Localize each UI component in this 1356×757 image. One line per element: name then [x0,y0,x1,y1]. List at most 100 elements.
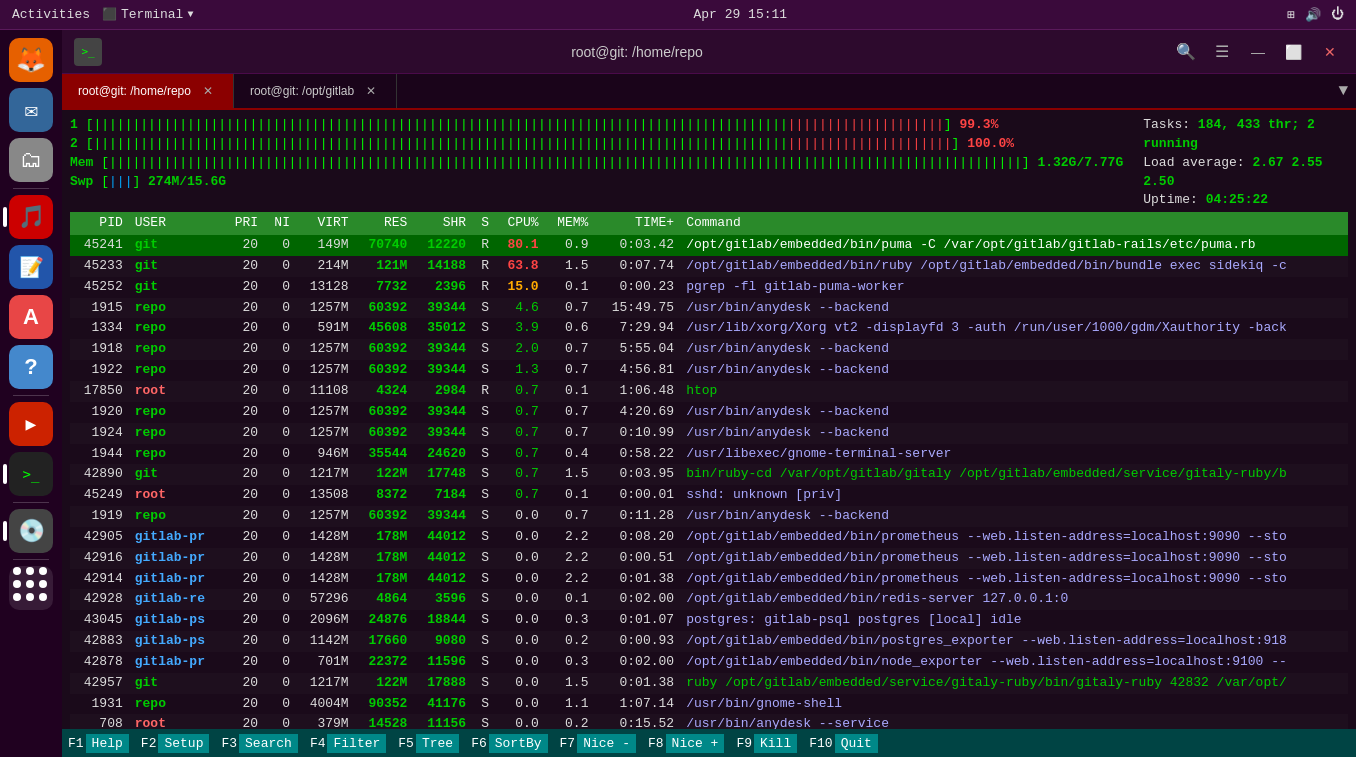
cell-res: 178M [355,569,414,590]
fn8[interactable]: F8Nice + [642,729,730,757]
fn1[interactable]: F1Help [62,729,135,757]
cell-s: S [472,360,495,381]
table-row[interactable]: 42928 gitlab-re 20 0 57296 4864 3596 S 0… [70,589,1348,610]
dock-apps-button[interactable] [9,566,53,610]
table-row[interactable]: 1922 repo 20 0 1257M 60392 39344 S 1.3 0… [70,360,1348,381]
table-row[interactable]: 1915 repo 20 0 1257M 60392 39344 S 4.6 0… [70,298,1348,319]
tabs-dropdown[interactable]: ▼ [1338,82,1348,100]
cell-pri: 20 [223,548,264,569]
cell-res: 60392 [355,339,414,360]
menu-button[interactable]: ☰ [1208,38,1236,66]
table-row[interactable]: 42905 gitlab-pr 20 0 1428M 178M 44012 S … [70,527,1348,548]
cell-time: 1:06.48 [594,381,680,402]
process-table: PID USER PRI NI VIRT RES SHR S CPU% MEM%… [70,212,1348,729]
fn9[interactable]: F9Kill [730,729,803,757]
table-row[interactable]: 1334 repo 20 0 591M 45608 35012 S 3.9 0.… [70,318,1348,339]
cell-shr: 3596 [413,589,472,610]
cell-cpu: 0.7 [495,402,545,423]
fn6[interactable]: F6SortBy [465,729,553,757]
cell-s: R [472,277,495,298]
col-user: USER [129,212,224,235]
table-row[interactable]: 45233 git 20 0 214M 121M 14188 R 63.8 1.… [70,256,1348,277]
dock-email[interactable]: ✉ [9,88,53,132]
cell-pid: 1922 [70,360,129,381]
cell-virt: 1428M [296,548,355,569]
cell-cmd: /opt/gitlab/embedded/bin/postgres_export… [680,631,1348,652]
tabs-bar: root@git: /home/repo ✕ root@git: /opt/gi… [62,74,1356,110]
dock-software[interactable]: A [9,295,53,339]
cell-pri: 20 [223,277,264,298]
table-row[interactable]: 45252 git 20 0 13128 7732 2396 R 15.0 0.… [70,277,1348,298]
table-row[interactable]: 42916 gitlab-pr 20 0 1428M 178M 44012 S … [70,548,1348,569]
table-row[interactable]: 45249 root 20 0 13508 8372 7184 S 0.7 0.… [70,485,1348,506]
table-row[interactable]: 708 root 20 0 379M 14528 11156 S 0.0 0.2… [70,714,1348,729]
table-row[interactable]: 1920 repo 20 0 1257M 60392 39344 S 0.7 0… [70,402,1348,423]
dock-terminal[interactable]: >_ [9,452,53,496]
table-row[interactable]: 45241 git 20 0 149M 70740 12220 R 80.1 0… [70,235,1348,256]
cell-virt: 1257M [296,298,355,319]
cell-res: 90352 [355,694,414,715]
table-row[interactable]: 1931 repo 20 0 4004M 90352 41176 S 0.0 1… [70,694,1348,715]
table-row[interactable]: 42883 gitlab-ps 20 0 1142M 17660 9080 S … [70,631,1348,652]
dock-disk[interactable]: 💿 [9,509,53,553]
cell-cpu: 0.0 [495,527,545,548]
table-row[interactable]: 17850 root 20 0 11108 4324 2984 R 0.7 0.… [70,381,1348,402]
dock-sound[interactable]: 🎵 [9,195,53,239]
cell-user: root [129,714,224,729]
cell-pid: 1931 [70,694,129,715]
fn2[interactable]: F2Setup [135,729,216,757]
cell-cmd: /opt/gitlab/embedded/bin/prometheus --we… [680,527,1348,548]
cell-cmd: htop [680,381,1348,402]
cell-s: R [472,235,495,256]
cell-mem: 0.7 [545,339,595,360]
cell-cpu: 2.0 [495,339,545,360]
cell-s: S [472,569,495,590]
fn10[interactable]: F10Quit [803,729,884,757]
table-row[interactable]: 1944 repo 20 0 946M 35544 24620 S 0.7 0.… [70,444,1348,465]
table-row[interactable]: 42878 gitlab-pr 20 0 701M 22372 11596 S … [70,652,1348,673]
terminal-content[interactable]: 1 [|||||||||||||||||||||||||||||||||||||… [62,110,1356,729]
fn7[interactable]: F7Nice - [554,729,642,757]
cell-mem: 0.3 [545,610,595,631]
tab-close-home[interactable]: ✕ [199,82,217,100]
table-row[interactable]: 42914 gitlab-pr 20 0 1428M 178M 44012 S … [70,569,1348,590]
cell-mem: 0.7 [545,402,595,423]
cell-cpu: 0.0 [495,673,545,694]
cell-shr: 11596 [413,652,472,673]
dock-text-editor[interactable]: 📝 [9,245,53,289]
tab-opt-gitlab[interactable]: root@git: /opt/gitlab ✕ [234,74,397,108]
dock-git[interactable]: ▶ [9,402,53,446]
table-row[interactable]: 43045 gitlab-ps 20 0 2096M 24876 18844 S… [70,610,1348,631]
search-button[interactable]: 🔍 [1172,38,1200,66]
cell-mem: 1.5 [545,673,595,694]
table-row[interactable]: 1924 repo 20 0 1257M 60392 39344 S 0.7 0… [70,423,1348,444]
tab-home-repo[interactable]: root@git: /home/repo ✕ [62,74,234,108]
cell-shr: 17748 [413,464,472,485]
cell-cpu: 0.7 [495,423,545,444]
cell-user: repo [129,360,224,381]
minimize-button[interactable]: — [1244,38,1272,66]
activities-label[interactable]: Activities [12,7,90,22]
cell-ni: 0 [264,631,296,652]
cell-pri: 20 [223,673,264,694]
dock-files[interactable]: 🗂 [9,138,53,182]
power-icon[interactable]: ⏻ [1331,7,1344,22]
table-row[interactable]: 42957 git 20 0 1217M 122M 17888 S 0.0 1.… [70,673,1348,694]
cell-user: git [129,235,224,256]
fn5[interactable]: F5Tree [392,729,465,757]
table-row[interactable]: 1919 repo 20 0 1257M 60392 39344 S 0.0 0… [70,506,1348,527]
dock-firefox[interactable]: 🦊 [9,38,53,82]
cell-res: 17660 [355,631,414,652]
table-row[interactable]: 42890 git 20 0 1217M 122M 17748 S 0.7 1.… [70,464,1348,485]
dock-help[interactable]: ? [9,345,53,389]
table-row[interactable]: 1918 repo 20 0 1257M 60392 39344 S 2.0 0… [70,339,1348,360]
fn3[interactable]: F3Search [215,729,303,757]
cell-shr: 11156 [413,714,472,729]
close-button[interactable]: ✕ [1316,38,1344,66]
fn4[interactable]: F4Filter [304,729,392,757]
cpu1-pct: 99.3% [959,117,998,132]
maximize-button[interactable]: ⬜ [1280,38,1308,66]
tab-close-gitlab[interactable]: ✕ [362,82,380,100]
terminal-menu[interactable]: ⬛ Terminal ▼ [102,7,193,22]
cell-mem: 0.1 [545,485,595,506]
